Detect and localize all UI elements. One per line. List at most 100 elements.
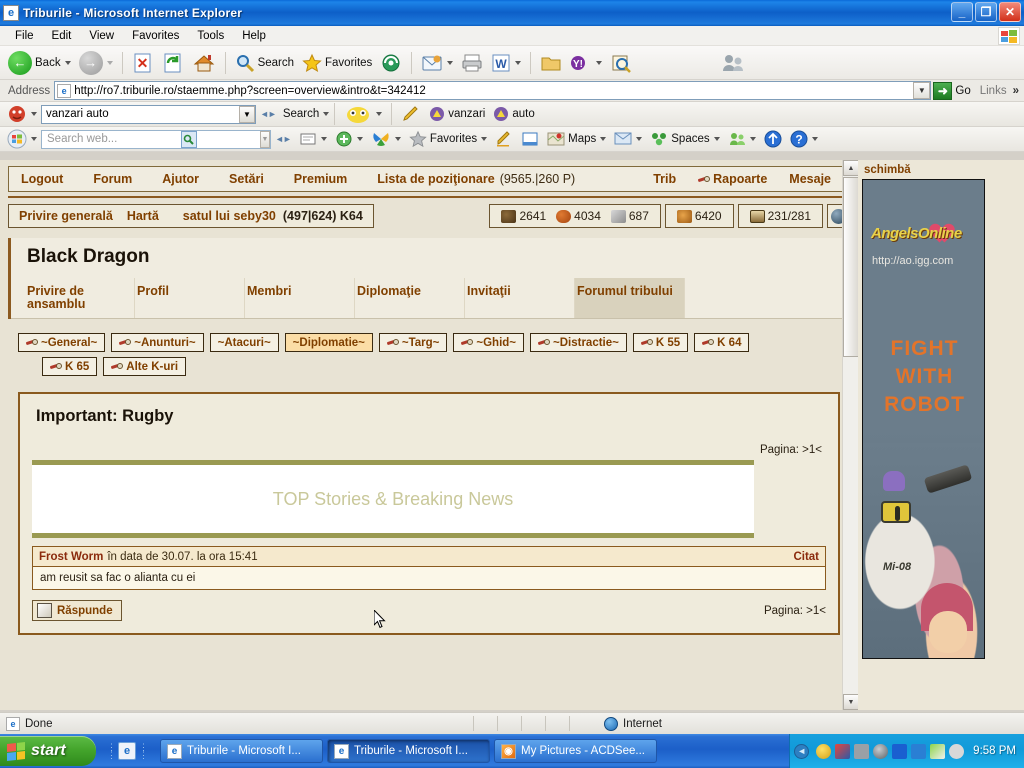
- antivirus-icon[interactable]: [835, 743, 851, 759]
- nav-forum[interactable]: Forum: [93, 172, 132, 186]
- taskbar-item-3[interactable]: ◉ My Pictures - ACDSee...: [494, 739, 657, 763]
- scroll-down-button[interactable]: ▼: [843, 694, 859, 710]
- tab-membri[interactable]: Membri: [245, 278, 355, 318]
- yahoo-search-input[interactable]: vanzari auto ▼: [41, 104, 256, 124]
- village-map-link[interactable]: Hartă: [127, 209, 159, 223]
- history-button[interactable]: [376, 49, 406, 77]
- search-button[interactable]: Search: [231, 49, 298, 77]
- nav-premium[interactable]: Premium: [294, 172, 348, 186]
- tab-privire-de-ansamblu[interactable]: Privire de ansamblu: [25, 278, 135, 318]
- menu-item-view[interactable]: View: [80, 28, 123, 44]
- menu-item-favorites[interactable]: Favorites: [123, 28, 188, 44]
- go-button[interactable]: ➜ Go: [931, 81, 976, 100]
- status-icon[interactable]: [949, 743, 965, 759]
- links-overflow-icon[interactable]: »: [1010, 85, 1022, 97]
- chevron-down-icon[interactable]: [636, 137, 643, 141]
- chevron-down-icon[interactable]: [31, 137, 37, 141]
- refresh-button[interactable]: [158, 49, 188, 77]
- drag-handle-icon[interactable]: ⋮ ⋮: [139, 743, 148, 760]
- tab-forumul-tribului[interactable]: Forumul tribului: [575, 278, 685, 318]
- forum-category-anunturi[interactable]: ~Anunturi~: [111, 333, 204, 352]
- mail-button[interactable]: [417, 49, 457, 77]
- ad-change-link[interactable]: schimbă: [862, 160, 1024, 179]
- menu-item-help[interactable]: Help: [233, 28, 275, 44]
- update-icon[interactable]: [930, 743, 946, 759]
- yahoo-search-dropdown[interactable]: ▼: [239, 105, 255, 123]
- highlight-pen-icon[interactable]: [397, 100, 425, 128]
- pen-icon[interactable]: [491, 125, 517, 153]
- forum-category-atacuri[interactable]: ~Atacuri~: [209, 333, 279, 352]
- chevron-down-icon[interactable]: [811, 137, 818, 141]
- messenger-contacts-icon[interactable]: [716, 49, 750, 77]
- taskbar-item-1[interactable]: e Triburile - Microsoft I...: [160, 739, 323, 763]
- nav-trib[interactable]: Trib: [653, 172, 676, 186]
- forum-category-k64[interactable]: K 64: [694, 333, 750, 352]
- clipboard-icon[interactable]: [911, 743, 927, 759]
- taskbar-clock[interactable]: 9:58 PM: [973, 745, 1016, 757]
- live-search-dropdown[interactable]: ▼: [259, 130, 270, 148]
- nav-setari[interactable]: Setări: [229, 172, 264, 186]
- start-button[interactable]: start: [0, 736, 96, 766]
- shortcut-vanzari[interactable]: vanzari: [425, 100, 489, 128]
- shortcut-auto[interactable]: auto: [489, 100, 538, 128]
- chevron-down-icon[interactable]: [481, 137, 488, 141]
- pagination-top[interactable]: Pagina: >1<: [32, 426, 826, 460]
- print-button[interactable]: [457, 49, 487, 77]
- home-button[interactable]: [188, 49, 220, 77]
- forum-category-general[interactable]: ~General~: [18, 333, 106, 352]
- nav-logout[interactable]: Logout: [21, 172, 63, 186]
- links-label[interactable]: Links: [977, 85, 1010, 97]
- forum-category-k65[interactable]: K 65: [42, 357, 98, 376]
- chevron-down-icon[interactable]: [64, 60, 71, 65]
- chevron-down-icon[interactable]: [447, 60, 454, 65]
- chevron-down-icon[interactable]: [376, 112, 383, 116]
- scroll-up-button[interactable]: ▲: [843, 160, 859, 176]
- back-button[interactable]: ← Back: [4, 49, 75, 77]
- yahoo-search-button[interactable]: Search: [283, 108, 319, 120]
- menu-item-file[interactable]: File: [6, 28, 43, 44]
- research-button[interactable]: [606, 49, 636, 77]
- pagination-bottom[interactable]: Pagina: >1<: [764, 605, 826, 617]
- chevron-down-icon[interactable]: [600, 137, 607, 141]
- taskbar-item-2[interactable]: e Triburile - Microsoft I...: [327, 739, 490, 763]
- resize-handle-icon[interactable]: ◄►: [256, 109, 280, 119]
- disconnected-icon[interactable]: [854, 743, 870, 759]
- inline-advertisement[interactable]: TOP Stories & Breaking News: [32, 460, 754, 538]
- village-overview-link[interactable]: Privire generală: [19, 209, 113, 223]
- maps-button[interactable]: Maps: [543, 125, 610, 153]
- sidebar-ad-banner[interactable]: AngelsOnline http://ao.igg.com FIGHT WIT…: [862, 179, 985, 659]
- resize-handle-icon[interactable]: ◄►: [271, 134, 295, 144]
- sync-icon[interactable]: [760, 125, 786, 153]
- add-button[interactable]: [331, 125, 367, 153]
- post-quote-link[interactable]: Citat: [793, 551, 819, 563]
- close-button[interactable]: ✕: [999, 2, 1021, 22]
- chevron-down-icon[interactable]: [323, 112, 330, 116]
- live-logo-icon[interactable]: [3, 125, 41, 153]
- forum-category-diplomatie[interactable]: ~Diplomatie~: [284, 333, 373, 352]
- address-dropdown-button[interactable]: ▼: [913, 82, 931, 99]
- chevron-down-icon[interactable]: [713, 137, 720, 141]
- bluetooth-icon[interactable]: [892, 743, 908, 759]
- messenger-butterfly-icon[interactable]: [367, 125, 405, 153]
- form-fill-icon[interactable]: [295, 125, 331, 153]
- forum-category-k55[interactable]: K 55: [632, 333, 689, 352]
- notepad-icon[interactable]: [517, 125, 543, 153]
- yahoo-messenger-icon[interactable]: Y!: [566, 49, 606, 77]
- tray-expand-icon[interactable]: ◄: [794, 743, 810, 759]
- live-favorites-button[interactable]: Favorites: [405, 125, 491, 153]
- chevron-down-icon[interactable]: [320, 137, 327, 141]
- live-search-go-icon[interactable]: [180, 130, 197, 148]
- address-input[interactable]: e http://ro7.triburile.ro/staemme.php?sc…: [54, 81, 932, 100]
- contacts-icon[interactable]: [724, 125, 760, 153]
- forward-button[interactable]: →: [75, 49, 117, 77]
- menu-item-tools[interactable]: Tools: [188, 28, 233, 44]
- live-search-input[interactable]: Search web... ▼: [41, 129, 271, 149]
- folder-button[interactable]: [536, 49, 566, 77]
- tab-profil[interactable]: Profil: [135, 278, 245, 318]
- tab-invitatii[interactable]: Invitaţii: [465, 278, 575, 318]
- email-icon[interactable]: [610, 125, 646, 153]
- chevron-down-icon[interactable]: [31, 112, 37, 116]
- chevron-down-icon[interactable]: [106, 60, 113, 65]
- reply-button[interactable]: Răspunde: [32, 600, 122, 621]
- forum-category-ghid[interactable]: ~Ghid~: [453, 333, 525, 352]
